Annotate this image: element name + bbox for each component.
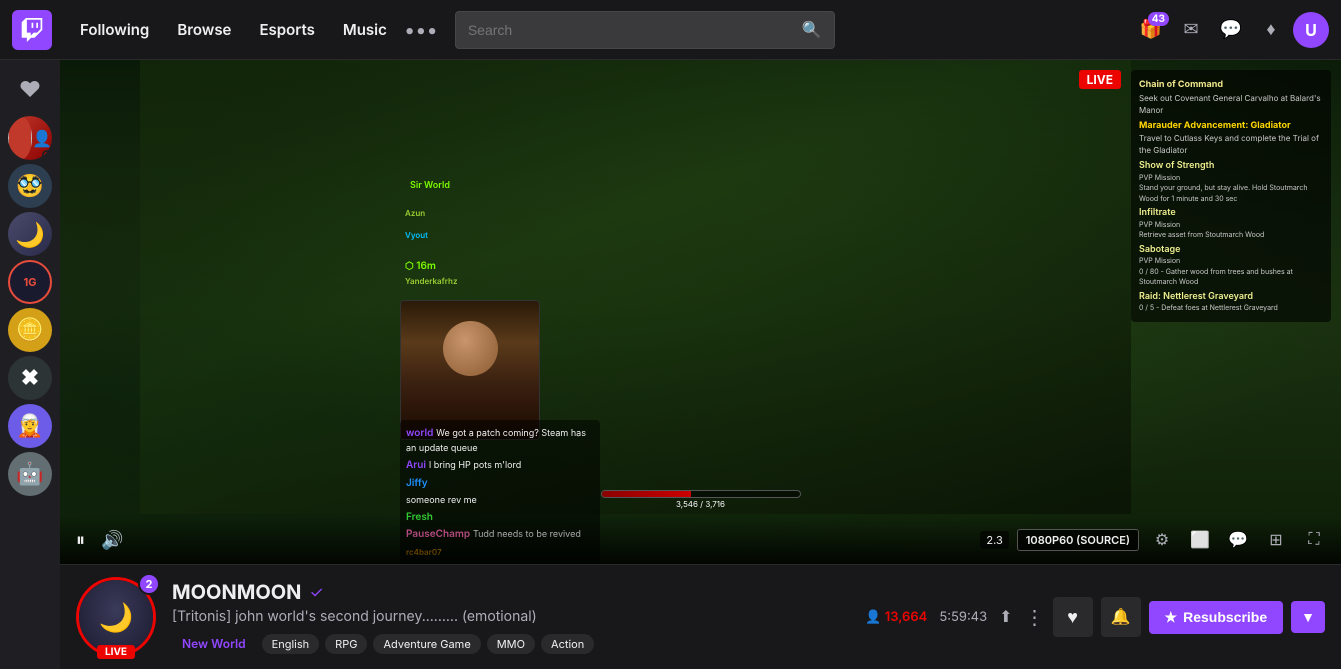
resub-dropdown-button[interactable]: ▼ bbox=[1291, 601, 1325, 633]
quest-title: Chain of Command bbox=[1139, 78, 1323, 92]
viewer-count-display: 2.3 bbox=[980, 531, 1008, 549]
tag-adventure[interactable]: Adventure Game bbox=[373, 634, 480, 654]
channel-name[interactable]: MOONMOON bbox=[172, 580, 301, 604]
live-indicator: LIVE bbox=[1079, 70, 1121, 89]
nav-esports[interactable]: Esports bbox=[247, 12, 326, 47]
sidebar-followed-channels[interactable]: ♥ bbox=[8, 68, 52, 112]
share-button[interactable]: ⬆ bbox=[999, 607, 1012, 627]
stream-meta: 👤 13,664 5:59:43 ⬆ ⋮ bbox=[865, 605, 1044, 630]
sidebar: ♥ 👤 🥸 🌙 1G 🪙 ✖ 🧝 🤖 bbox=[0, 60, 60, 669]
resub-label: Resubscribe bbox=[1183, 609, 1267, 625]
sidebar-avatar-3[interactable]: 🌙 bbox=[8, 212, 52, 256]
viewers-count: 👤 13,664 bbox=[865, 609, 927, 625]
stream-title: [Tritonis] john world's second journey..… bbox=[172, 608, 849, 625]
top-navigation: Following Browse Esports Music ••• 🔍 🎁 4… bbox=[0, 0, 1341, 60]
sidebar-avatar-7[interactable]: 🧝 bbox=[8, 404, 52, 448]
chat-message: someone rev me bbox=[406, 493, 594, 508]
chat-toggle-button[interactable]: 💬 bbox=[1223, 525, 1253, 555]
channel-avatar-container: 🌙 LIVE 2 bbox=[76, 577, 156, 657]
player-level: ⬡ 16m bbox=[405, 260, 436, 272]
video-player[interactable]: Chain of Command Seek out Covenant Gener… bbox=[60, 60, 1341, 564]
quality-badge[interactable]: 1080P60 (SOURCE) bbox=[1017, 529, 1139, 551]
chat-icon-btn[interactable]: 💬 bbox=[1213, 12, 1249, 48]
browse-icon-btn[interactable]: 🎁 43 bbox=[1133, 12, 1169, 48]
crown-icon-btn[interactable]: ♦ bbox=[1253, 12, 1289, 48]
sidebar-avatar-1[interactable]: 👤 bbox=[8, 116, 52, 160]
tag-mmo[interactable]: MMO bbox=[487, 634, 535, 654]
stream-details: MOONMOON ✓ [Tritonis] john world's secon… bbox=[172, 580, 849, 654]
inbox-icon: ✉ bbox=[1183, 19, 1198, 40]
sidebar-avatar-2[interactable]: 🥸 bbox=[8, 164, 52, 208]
tag-english[interactable]: English bbox=[262, 634, 320, 654]
star-icon: ★ bbox=[1165, 609, 1178, 626]
stream-duration: 5:59:43 bbox=[939, 609, 987, 625]
quest-subtitle: Marauder Advancement: Gladiator bbox=[1139, 119, 1323, 133]
notifications-button[interactable]: 🔔 bbox=[1101, 597, 1141, 637]
player-tag-sir-world: Sir World bbox=[410, 180, 450, 191]
twitch-logo[interactable] bbox=[12, 10, 52, 50]
player-tag-yanderkafrhz: Yanderkafrhz bbox=[405, 276, 457, 286]
channel-name-row: MOONMOON ✓ bbox=[172, 580, 849, 604]
resubscribe-button[interactable]: ★ Resubscribe bbox=[1149, 601, 1284, 634]
webcam-overlay bbox=[400, 300, 540, 440]
nav-browse[interactable]: Browse bbox=[165, 12, 243, 47]
quest-panel: Chain of Command Seek out Covenant Gener… bbox=[1131, 70, 1331, 322]
crown-icon: ♦ bbox=[1266, 19, 1275, 40]
sidebar-avatar-4[interactable]: 1G bbox=[8, 260, 52, 304]
stream-info: 🌙 LIVE 2 MOONMOON ✓ [Tritonis] john worl… bbox=[60, 564, 1341, 669]
stream-actions: 👤 13,664 5:59:43 ⬆ ⋮ ♥ 🔔 ★ Resubscribe ▼ bbox=[865, 597, 1325, 637]
fullscreen-button[interactable]: ⛶ bbox=[1299, 525, 1329, 555]
chat-message: Jiffy bbox=[406, 476, 594, 490]
player-tag-azun: Azun bbox=[405, 208, 425, 218]
channel-live-label: LIVE bbox=[97, 645, 135, 659]
search-input[interactable] bbox=[456, 14, 790, 46]
video-wrapper: Chain of Command Seek out Covenant Gener… bbox=[60, 60, 1341, 564]
theatre-mode-button[interactable]: ⬜ bbox=[1185, 525, 1215, 555]
pause-button[interactable]: ⏸ bbox=[72, 526, 89, 555]
search-button[interactable]: 🔍 bbox=[790, 12, 834, 48]
search-container: 🔍 bbox=[455, 11, 835, 49]
video-controls: ⏸ 🔊 2.3 1080P60 (SOURCE) ⚙ ⬜ 💬 ⊞ ⛶ bbox=[60, 516, 1341, 564]
subscriber-number: 2 bbox=[138, 573, 160, 595]
nav-following[interactable]: Following bbox=[68, 12, 161, 47]
sidebar-avatar-6[interactable]: ✖ bbox=[8, 356, 52, 400]
health-bar-container: 3,546 / 3,716 bbox=[601, 490, 801, 509]
nav-links: Following Browse Esports Music ••• bbox=[68, 12, 439, 48]
video-section: Chain of Command Seek out Covenant Gener… bbox=[60, 60, 1341, 669]
user-avatar-btn[interactable]: U bbox=[1293, 12, 1329, 48]
tags-row: New World English RPG Adventure Game MMO… bbox=[172, 633, 849, 654]
verified-badge-icon: ✓ bbox=[309, 582, 323, 602]
favorite-button[interactable]: ♥ bbox=[1053, 597, 1093, 637]
chat-message: world We got a patch coming? Steam has a… bbox=[406, 426, 594, 455]
settings-button[interactable]: ⚙ bbox=[1147, 525, 1177, 555]
main-content: ♥ 👤 🥸 🌙 1G 🪙 ✖ 🧝 🤖 bbox=[0, 60, 1341, 669]
sidebar-avatar-8[interactable]: 🤖 bbox=[8, 452, 52, 496]
player-tag-vyout: Vyout bbox=[405, 230, 428, 240]
nav-music[interactable]: Music bbox=[331, 12, 399, 47]
game-tag[interactable]: New World bbox=[172, 633, 256, 654]
more-options-button[interactable]: ⋮ bbox=[1025, 605, 1045, 630]
tag-action[interactable]: Action bbox=[541, 634, 594, 654]
layout-button[interactable]: ⊞ bbox=[1261, 525, 1291, 555]
nav-icons: 🎁 43 ✉ 💬 ♦ U bbox=[1133, 12, 1329, 48]
sidebar-avatar-5[interactable]: 🪙 bbox=[8, 308, 52, 352]
inbox-icon-btn[interactable]: ✉ bbox=[1173, 12, 1209, 48]
volume-button[interactable]: 🔊 bbox=[97, 526, 127, 555]
chat-message: Arui I bring HP pots m'lord bbox=[406, 458, 594, 473]
notification-badge: 43 bbox=[1148, 12, 1169, 26]
tag-rpg[interactable]: RPG bbox=[325, 634, 367, 654]
health-text: 3,546 / 3,716 bbox=[601, 499, 801, 509]
chat-icon: 💬 bbox=[1220, 19, 1242, 40]
more-nav-icon[interactable]: ••• bbox=[403, 12, 439, 48]
